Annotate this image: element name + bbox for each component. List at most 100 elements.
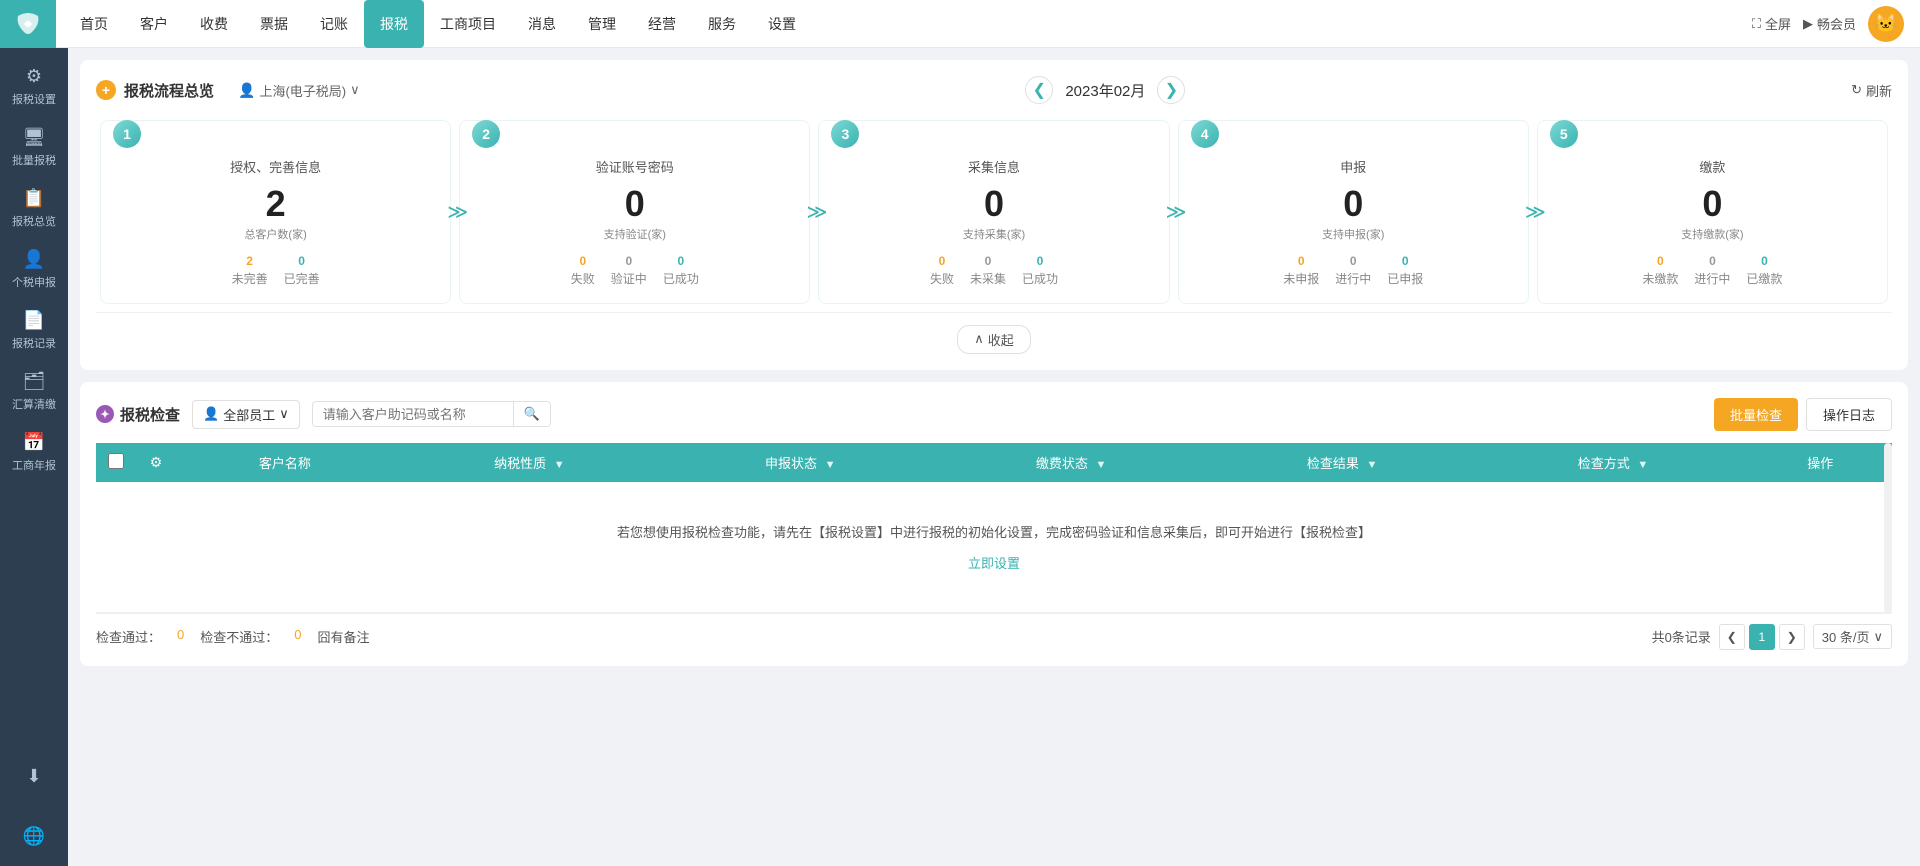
batch-tax-icon: 🖥	[23, 127, 46, 148]
search-input[interactable]	[313, 403, 513, 426]
batch-check-button[interactable]: 批量检查	[1714, 398, 1798, 431]
step-2-stats: 0 失败 0 验证中 0 已成功	[476, 254, 793, 287]
sidebar: ⚙ 报税设置 🖥 批量报税 📋 报税总览 👤 个税申报 📄 报税记录 🗂 汇算清…	[0, 48, 68, 866]
sidebar-item-tax-overview[interactable]: 📋 报税总览	[0, 178, 68, 239]
nav-settings[interactable]: 设置	[752, 0, 812, 48]
fail-count[interactable]: 0	[294, 627, 301, 646]
main-content: + 报税流程总览 👤 上海(电子税局) ∨ ❮ 2023年02月 ❯ ↻ 刷新	[68, 48, 1920, 866]
nav-fee[interactable]: 收费	[184, 0, 244, 48]
current-page-button[interactable]: 1	[1749, 624, 1775, 650]
sidebar-item-personal-tax[interactable]: 👤 个税申报	[0, 239, 68, 300]
step-5-number: 5	[1550, 120, 1578, 148]
step-1-arrow: ≫	[447, 199, 468, 224]
refresh-icon: ↻	[1851, 82, 1862, 98]
step-4-stats: 0 未申报 0 进行中 0 已申报	[1195, 254, 1512, 287]
check-result-filter-icon[interactable]: ▼	[1366, 459, 1377, 471]
sidebar-item-download[interactable]: ⬇	[0, 746, 68, 806]
sidebar-item-settlement[interactable]: 🗂 汇算清缴	[0, 361, 68, 422]
step-5-card: 5 缴款 0 支持缴款(家) 0 未缴款 0 进行中 0 已缴款	[1537, 120, 1888, 304]
stat-not-declared: 0 未申报	[1283, 254, 1319, 287]
step-3-card: 3 采集信息 0 支持采集(家) 0 失败 0 未采集 0 已成功	[818, 120, 1169, 304]
next-page-button[interactable]: ❯	[1779, 624, 1805, 650]
note-label: 囧有备注	[318, 627, 370, 646]
next-month-button[interactable]: ❯	[1157, 76, 1185, 104]
month-navigation: ❮ 2023年02月 ❯	[1025, 76, 1185, 104]
declare-status-filter-icon[interactable]: ▼	[825, 459, 836, 471]
nav-tax[interactable]: 报税	[364, 0, 424, 48]
chevron-down-icon: ∨	[1873, 629, 1883, 645]
current-month: 2023年02月	[1065, 80, 1145, 101]
refresh-button[interactable]: ↻ 刷新	[1851, 81, 1892, 100]
avatar[interactable]: 🐱	[1868, 6, 1904, 42]
divider	[96, 312, 1892, 313]
nav-home[interactable]: 首页	[64, 0, 124, 48]
step-3-arrow: ≫	[1166, 199, 1187, 224]
payment-status-filter-icon[interactable]: ▼	[1096, 459, 1107, 471]
step-4-title: 申报	[1195, 157, 1512, 176]
collapse-icon: ∧	[974, 331, 984, 347]
pass-count[interactable]: 0	[177, 627, 184, 646]
person-icon: 👤	[238, 82, 255, 99]
sidebar-item-tax-settings[interactable]: ⚙ 报税设置	[0, 56, 68, 117]
setup-link[interactable]: 立即设置	[968, 556, 1020, 571]
fullscreen-button[interactable]: ⛶ 全屏	[1752, 14, 1791, 33]
page-nav: ❮ 1 ❯	[1719, 624, 1805, 650]
check-method-filter-icon[interactable]: ▼	[1637, 459, 1648, 471]
chevron-down-icon: ∨	[350, 82, 360, 98]
nav-invoice[interactable]: 票据	[244, 0, 304, 48]
empty-state-row: 若您想使用报税检查功能，请先在【报税设置】中进行报税的初始化设置，完成密码验证和…	[96, 482, 1892, 613]
step-3-number: 3	[831, 120, 859, 148]
overview-panel: + 报税流程总览 👤 上海(电子税局) ∨ ❮ 2023年02月 ❯ ↻ 刷新	[80, 60, 1908, 370]
sidebar-item-annual-report[interactable]: 📅 工商年报	[0, 422, 68, 483]
per-page-selector[interactable]: 30 条/页 ∨	[1813, 624, 1892, 649]
panel-header: + 报税流程总览 👤 上海(电子税局) ∨ ❮ 2023年02月 ❯ ↻ 刷新	[96, 76, 1892, 104]
collapse-button[interactable]: ∧ 收起	[957, 325, 1031, 354]
stat-complete: 0 已完善	[284, 254, 320, 287]
nav-business[interactable]: 工商项目	[424, 0, 512, 48]
search-button[interactable]: 🔍	[513, 402, 550, 426]
nav-client[interactable]: 客户	[124, 0, 184, 48]
globe-icon: 🌐	[23, 826, 45, 847]
chevron-down-icon: ∨	[279, 406, 289, 422]
tax-nature-filter-icon[interactable]: ▼	[554, 459, 565, 471]
operation-log-button[interactable]: 操作日志	[1806, 398, 1892, 431]
step-2-card: 2 验证账号密码 0 支持验证(家) 0 失败 0 验证中 0 已成功	[459, 120, 810, 304]
nav-right: ⛶ 全屏 ▶ 畅会员 🐱	[1752, 6, 1904, 42]
fullscreen-icon: ⛶	[1752, 16, 1761, 32]
employee-icon: 👤	[203, 406, 219, 422]
nav-accounting[interactable]: 记账	[304, 0, 364, 48]
col-operation: 操作	[1748, 443, 1892, 482]
stat-not-collected: 0 未采集	[970, 254, 1006, 287]
annual-report-icon: 📅	[23, 432, 45, 453]
footer-pagination: 共0条记录 ❮ 1 ❯ 30 条/页 ∨	[1652, 624, 1892, 650]
member-button[interactable]: ▶ 畅会员	[1803, 14, 1856, 33]
stat-incomplete: 2 未完善	[232, 254, 268, 287]
step-5-subtitle: 支持缴款(家)	[1554, 226, 1871, 242]
scrollbar[interactable]	[1884, 443, 1892, 613]
tax-records-icon: 📄	[23, 310, 45, 331]
nav-message[interactable]: 消息	[512, 0, 572, 48]
sidebar-item-tax-records[interactable]: 📄 报税记录	[0, 300, 68, 361]
tax-bureau-selector[interactable]: 👤 上海(电子税局) ∨	[238, 81, 360, 100]
tax-settings-icon: ⚙	[26, 66, 42, 87]
step-2-number: 2	[472, 120, 500, 148]
nav-manage[interactable]: 管理	[572, 0, 632, 48]
select-all-checkbox[interactable]	[108, 453, 124, 469]
sidebar-item-batch-tax[interactable]: 🖥 批量报税	[0, 117, 68, 178]
step-1-card: 1 授权、完善信息 2 总客户数(家) 2 未完善 0 已完善 ≫	[100, 120, 451, 304]
nav-service[interactable]: 服务	[692, 0, 752, 48]
col-client-name: 客户名称	[176, 443, 394, 482]
column-settings-icon[interactable]: ⚙	[150, 454, 163, 470]
sidebar-item-globe[interactable]: 🌐	[0, 806, 68, 866]
stat-paid: 0 已缴款	[1746, 254, 1782, 287]
nav-operation[interactable]: 经营	[632, 0, 692, 48]
step-5-count: 0	[1554, 184, 1871, 224]
employee-filter[interactable]: 👤 全部员工 ∨	[192, 400, 300, 429]
table-footer: 检查通过： 0 检查不通过： 0 囧有备注 共0条记录 ❮ 1 ❯ 30 条/页…	[96, 613, 1892, 650]
col-check-method: 检查方式 ▼	[1478, 443, 1749, 482]
top-navigation: 首页 客户 收费 票据 记账 报税 工商项目 消息 管理 经营 服务 设置 ⛶ …	[0, 0, 1920, 48]
table-container: ⚙ 客户名称 纳税性质 ▼ 申报状态 ▼	[96, 443, 1892, 613]
prev-page-button[interactable]: ❮	[1719, 624, 1745, 650]
step-4-arrow: ≫	[1525, 199, 1546, 224]
prev-month-button[interactable]: ❮	[1025, 76, 1053, 104]
